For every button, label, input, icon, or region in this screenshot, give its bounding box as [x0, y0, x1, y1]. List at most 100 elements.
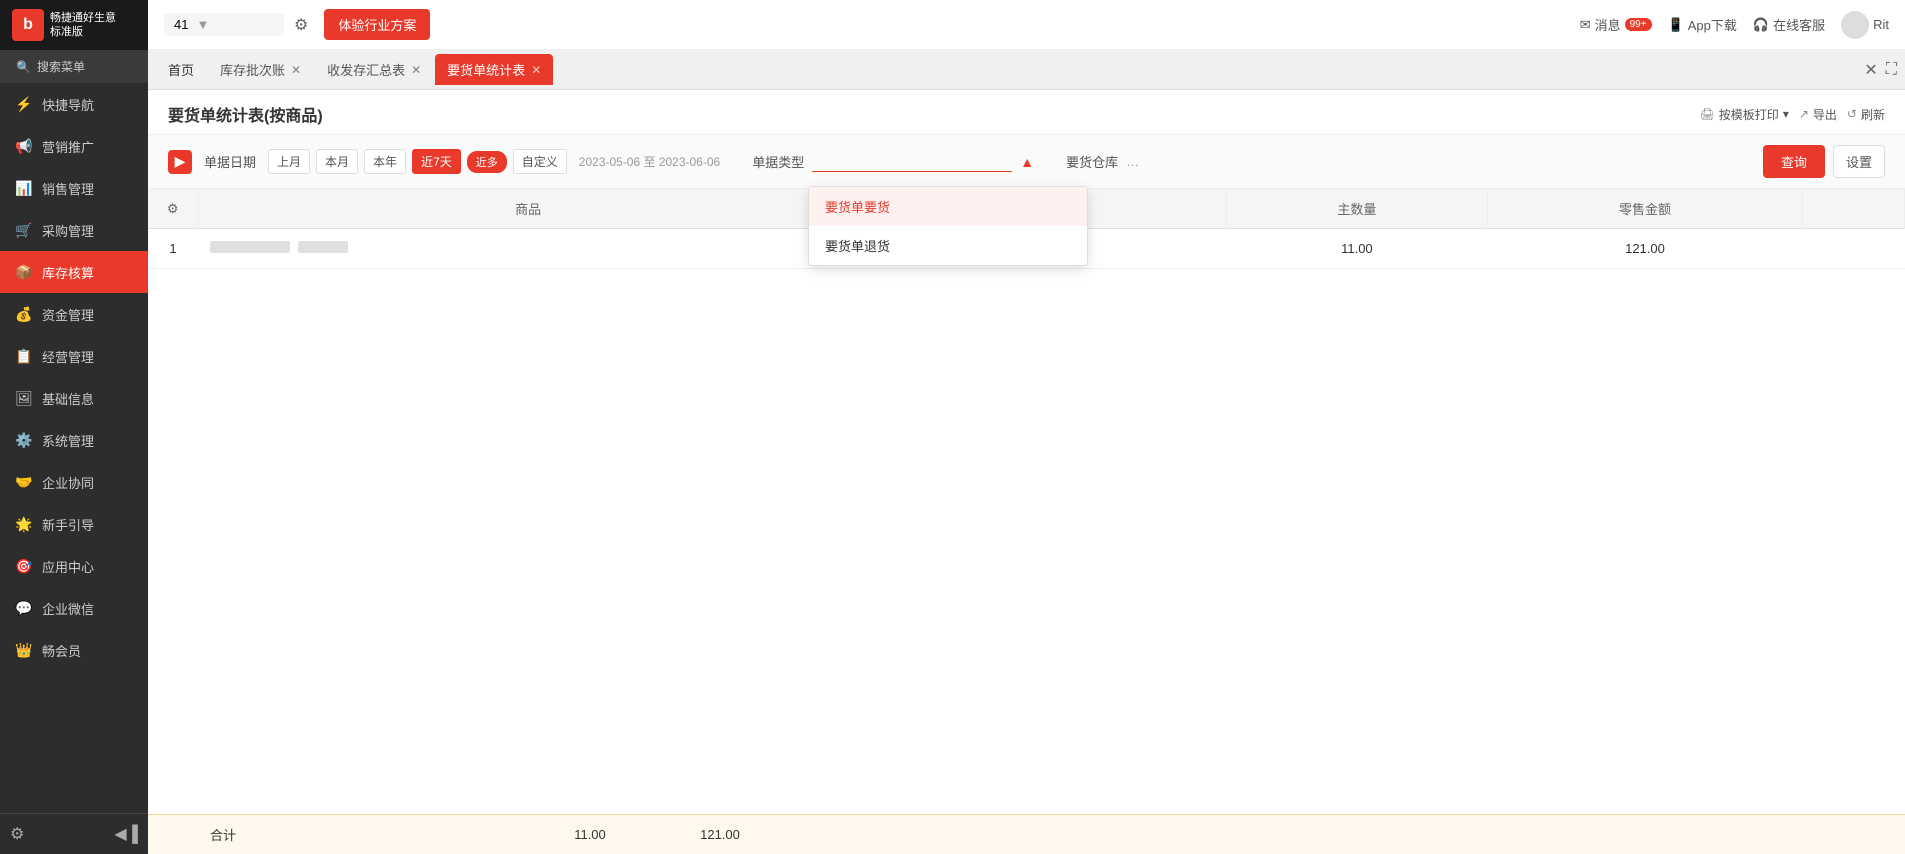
table-footer: 合计 11.00 121.00: [148, 814, 1905, 854]
sidebar-item-finance[interactable]: 💰 资金管理: [0, 293, 148, 335]
refresh-button[interactable]: ↺ 刷新: [1847, 106, 1885, 123]
tab-close-icon[interactable]: ✕: [291, 63, 301, 77]
wechat-icon: 💬: [14, 598, 34, 618]
topbar-settings-icon[interactable]: ⚙: [294, 15, 308, 35]
date-range-label: 2023-05-06 至 2023-06-06: [579, 153, 720, 170]
sidebar-item-label: 系统管理: [42, 431, 94, 450]
username-label: Rit: [1873, 17, 1889, 32]
tab-home[interactable]: 首页: [156, 54, 206, 85]
footer-qty: 11.00: [540, 827, 640, 842]
system-icon: ⚙️: [14, 430, 34, 450]
col-amount: 零售金额: [1488, 189, 1803, 229]
warehouse-label: 要货仓库: [1066, 152, 1118, 171]
period-this-year[interactable]: 本年: [364, 149, 406, 174]
message-label: 消息: [1595, 15, 1621, 34]
export-button[interactable]: ↗ 导出: [1799, 106, 1837, 123]
member-icon: 👑: [14, 640, 34, 660]
app-download-button[interactable]: 📱 App下载: [1668, 15, 1737, 34]
sidebar-item-label: 企业微信: [42, 599, 94, 618]
sales-icon: 📊: [14, 178, 34, 198]
store-selector[interactable]: 41 ▼: [164, 13, 284, 36]
warehouse-more-icon[interactable]: …: [1126, 154, 1139, 169]
topbar-left: 41 ▼ ⚙ 体验行业方案: [164, 9, 1580, 40]
period-more[interactable]: 近多: [467, 151, 507, 173]
sidebar-item-wechat[interactable]: 💬 企业微信: [0, 587, 148, 629]
type-dropdown-arrow-icon[interactable]: ▲: [1020, 154, 1034, 170]
sidebar-item-member[interactable]: 👑 畅会员: [0, 629, 148, 671]
type-filter-label: 单据类型: [752, 152, 804, 171]
period-filter-group: 上月 本月 本年 近7天 近多 自定义: [268, 149, 567, 174]
footer-label: 合计: [160, 825, 360, 844]
sidebar-item-marketing[interactable]: 📢 营销推广: [0, 125, 148, 167]
enterprise-icon: 🤝: [14, 472, 34, 492]
col-settings: ⚙: [148, 189, 198, 229]
refresh-icon: ↺: [1847, 107, 1857, 121]
dropdown-item-return-order[interactable]: 要货单退货: [809, 226, 1087, 265]
period-this-month[interactable]: 本月: [316, 149, 358, 174]
sidebar-item-sales[interactable]: 📊 销售管理: [0, 167, 148, 209]
sidebar-item-purchase[interactable]: 🛒 采购管理: [0, 209, 148, 251]
messages-button[interactable]: ✉ 消息 99+: [1580, 15, 1652, 34]
sidebar-nav: ⚡ 快捷导航 📢 营销推广 📊 销售管理 🛒 采购管理 📦 库存核算 💰 资金管…: [0, 83, 148, 813]
sidebar-item-basic[interactable]: 🖼 基础信息: [0, 377, 148, 419]
avatar-image: [1841, 11, 1869, 39]
search-icon: 🔍: [16, 60, 31, 74]
sidebar-item-appstore[interactable]: 🎯 应用中心: [0, 545, 148, 587]
tab-order-stat[interactable]: 要货单统计表 ✕: [435, 54, 553, 85]
tabbar: 首页 库存批次账 ✕ 收发存汇总表 ✕ 要货单统计表 ✕ ✕ ⛶: [148, 50, 1905, 90]
tab-close-icon[interactable]: ✕: [531, 63, 541, 77]
sidebar-collapse-icon[interactable]: ◀▐: [114, 824, 138, 844]
topbar-right: ✉ 消息 99+ 📱 App下载 🎧 在线客服 Rit: [1580, 11, 1889, 39]
tab-home-label: 首页: [168, 60, 194, 79]
tab-receive-summary[interactable]: 收发存汇总表 ✕: [315, 54, 433, 85]
sidebar-search[interactable]: 🔍 搜索菜单: [0, 50, 148, 83]
filter-toggle-button[interactable]: ▶: [168, 150, 192, 174]
finance-icon: 💰: [14, 304, 34, 324]
col-extra: [1802, 189, 1904, 229]
tabbar-controls: ✕ ⛶: [1864, 60, 1897, 80]
sidebar-item-label: 新手引导: [42, 515, 94, 534]
tab-close-all-icon[interactable]: ✕: [1864, 60, 1877, 80]
service-button[interactable]: 🎧 在线客服: [1753, 15, 1825, 34]
sidebar-item-label: 企业协同: [42, 473, 94, 492]
settings-button[interactable]: 设置: [1833, 145, 1885, 178]
sidebar-item-label: 基础信息: [42, 389, 94, 408]
warehouse-filter-group: 要货仓库 …: [1066, 152, 1139, 171]
inventory-icon: 📦: [14, 262, 34, 282]
sidebar-item-label: 营销推广: [42, 137, 94, 156]
sidebar-settings-icon[interactable]: ⚙: [10, 824, 24, 844]
sidebar-item-inventory[interactable]: 📦 库存核算: [0, 251, 148, 293]
cell-extra: [1802, 229, 1904, 269]
query-button[interactable]: 查询: [1763, 145, 1825, 178]
dropdown-item-require-order[interactable]: 要货单要货: [809, 187, 1087, 226]
sidebar-item-shortcut[interactable]: ⚡ 快捷导航: [0, 83, 148, 125]
type-filter-input[interactable]: [812, 152, 1012, 172]
type-dropdown: 要货单要货 要货单退货: [808, 186, 1088, 266]
period-custom[interactable]: 自定义: [513, 149, 567, 174]
sidebar-item-label: 资金管理: [42, 305, 94, 324]
sidebar-item-enterprise[interactable]: 🤝 企业协同: [0, 461, 148, 503]
period-7days[interactable]: 近7天: [412, 149, 461, 174]
app-label: App下载: [1688, 15, 1737, 34]
tab-expand-icon[interactable]: ⛶: [1886, 61, 1897, 79]
table-area: ⚙ 商品 主计量单位 主数量 零售金额 1: [148, 189, 1905, 814]
print-icon: 🖨: [1700, 107, 1715, 121]
sidebar-bottom: ⚙ ◀▐: [0, 813, 148, 854]
period-last-month[interactable]: 上月: [268, 149, 310, 174]
user-avatar[interactable]: Rit: [1841, 11, 1889, 39]
tab-label: 库存批次账: [220, 60, 285, 79]
sidebar-search-label: 搜索菜单: [37, 58, 85, 75]
sidebar-item-label: 库存核算: [42, 263, 94, 282]
col-settings-icon[interactable]: ⚙: [167, 201, 179, 216]
page-title: 要货单统计表(按商品): [168, 102, 323, 126]
sidebar-item-newbie[interactable]: 🌟 新手引导: [0, 503, 148, 545]
trial-button[interactable]: 体验行业方案: [324, 9, 430, 40]
template-print-button[interactable]: 🖨 按模板打印 ▾: [1700, 106, 1789, 123]
tab-close-icon[interactable]: ✕: [411, 63, 421, 77]
page-header: 要货单统计表(按商品) 🖨 按模板打印 ▾ ↗ 导出 ↺ 刷新: [148, 90, 1905, 135]
cell-seq: 1: [148, 229, 198, 269]
cell-qty: 11.00: [1226, 229, 1488, 269]
tab-inventory-batch[interactable]: 库存批次账 ✕: [208, 54, 313, 85]
sidebar-item-system[interactable]: ⚙️ 系统管理: [0, 419, 148, 461]
sidebar-item-operation[interactable]: 📋 经营管理: [0, 335, 148, 377]
